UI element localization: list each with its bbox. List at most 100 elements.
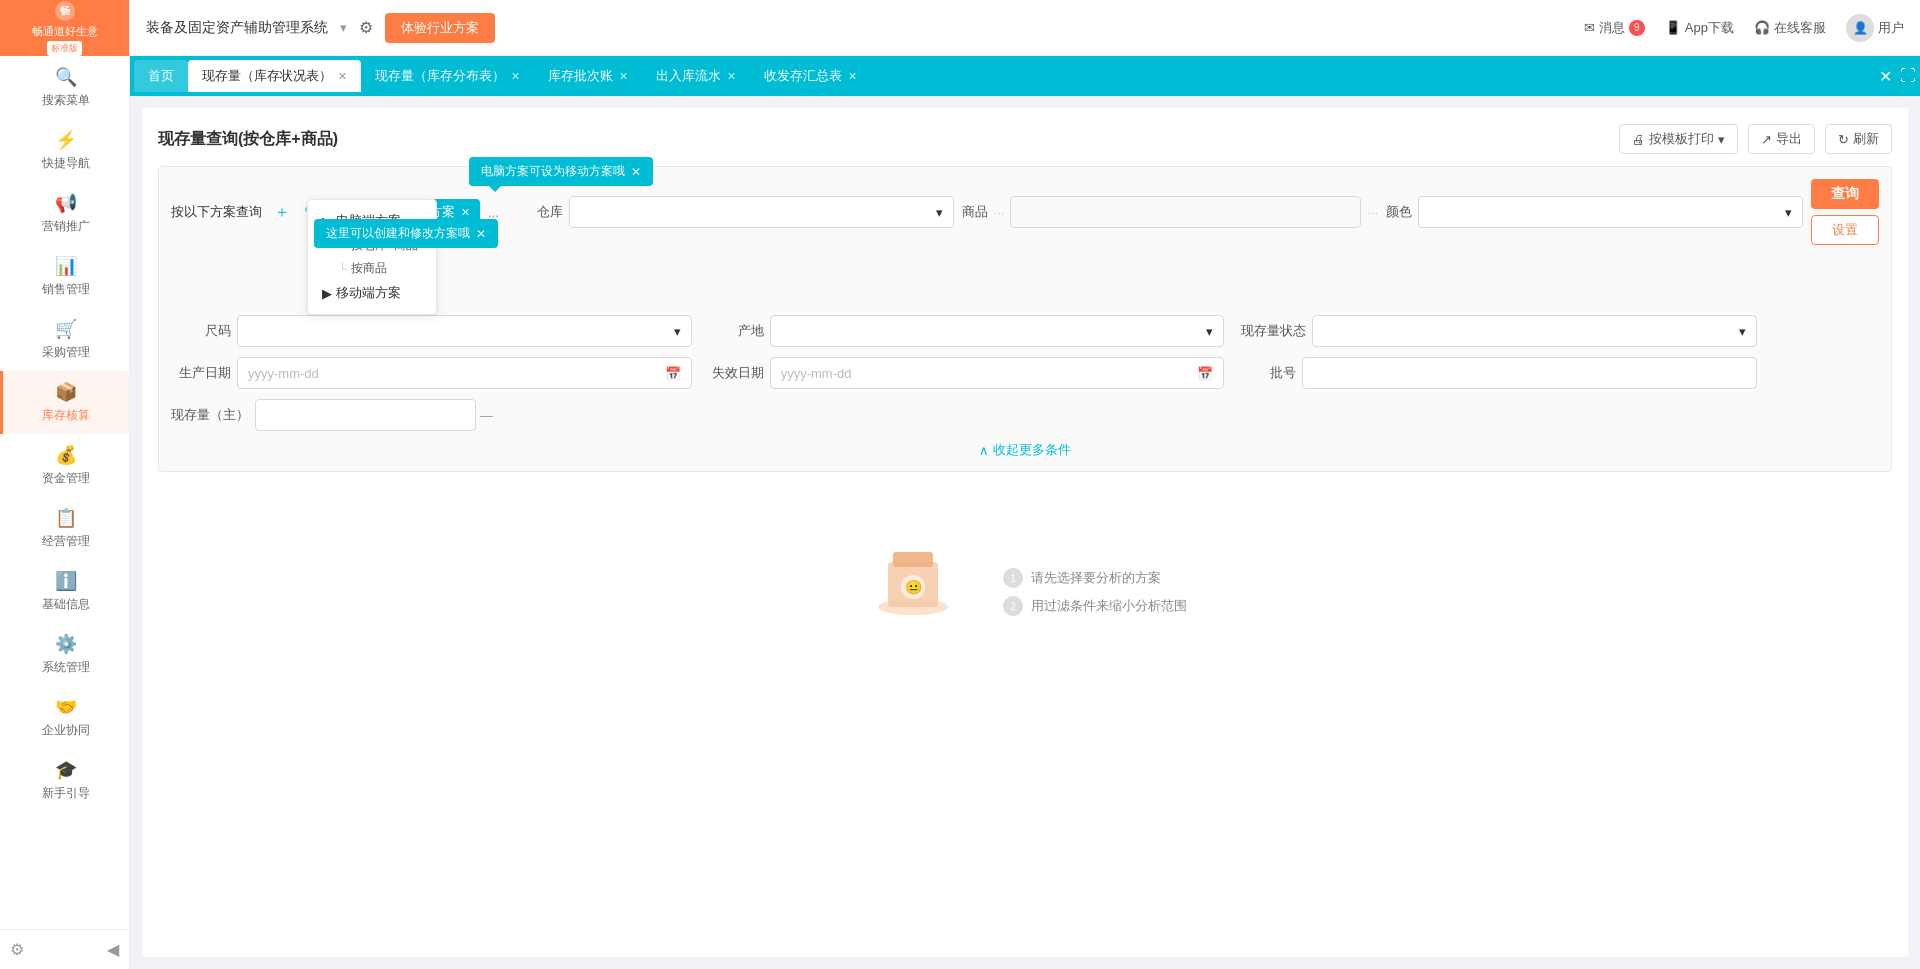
empty-content: 😐 1 请先选择要分析的方案 2 用过滤条件来缩小分析范围 (863, 532, 1187, 651)
color-label: 颜色 (1386, 203, 1412, 221)
edit-tooltip: 这里可以创建和修改方案哦 ✕ (314, 219, 498, 248)
app-download-item[interactable]: 📱 App下载 (1665, 19, 1734, 37)
header-gear-icon[interactable]: ⚙ (359, 18, 373, 37)
tab-summary[interactable]: 收发存汇总表 ✕ (750, 60, 871, 92)
collapse-sidebar-icon[interactable]: ◀ (107, 940, 119, 959)
sidebar-item-label: 采购管理 (42, 344, 90, 361)
header: 装备及固定资产辅助管理系统 ▾ ⚙ 体验行业方案 ✉ 消息 9 📱 App下载 … (130, 0, 1920, 56)
stock-status-label: 现存量状态 (1236, 322, 1306, 340)
tab-batch[interactable]: 库存批次账 ✕ (534, 60, 642, 92)
refresh-button[interactable]: ↻ 刷新 (1825, 124, 1892, 154)
svg-text:😐: 😐 (905, 579, 923, 596)
export-icon: ↗ (1761, 132, 1772, 147)
sidebar-item-label: 新手引导 (42, 785, 90, 802)
tab-home[interactable]: 首页 (134, 60, 188, 92)
tab-inventory-dist[interactable]: 现存量（库存分布表） ✕ (361, 60, 534, 92)
empty-step-2: 2 用过滤条件来缩小分析范围 (1003, 596, 1187, 616)
sidebar-item-system[interactable]: ⚙️ 系统管理 (0, 623, 129, 686)
message-item[interactable]: ✉ 消息 9 (1584, 19, 1645, 37)
origin-select[interactable]: ▾ (770, 315, 1225, 347)
edit-tooltip-close[interactable]: ✕ (476, 227, 486, 241)
filter-row-2: 尺码 ▾ 产地 ▾ 现存量状态 ▾ (171, 315, 1879, 347)
sidebar-item-operation[interactable]: 📋 经营管理 (0, 497, 129, 560)
sidebar-item-inventory[interactable]: 📦 库存核算 (0, 371, 129, 434)
sidebar-item-cooperation[interactable]: 🤝 企业协同 (0, 686, 129, 749)
tab-inout-close[interactable]: ✕ (727, 70, 736, 83)
stock-main-min[interactable] (255, 399, 476, 431)
system-name: 装备及固定资产辅助管理系统 (146, 19, 328, 37)
stock-status-group: 现存量状态 ▾ (1236, 315, 1757, 347)
stock-main-range: — (255, 399, 696, 431)
size-select[interactable]: ▾ (237, 315, 692, 347)
sidebar-item-basic[interactable]: ℹ️ 基础信息 (0, 560, 129, 623)
add-scheme-icon[interactable]: ＋ (270, 200, 294, 224)
filter-area: 电脑方案可设为移动方案哦 ✕ 按以下方案查询 ＋ ✎ « 电脑端方案 ✕ (158, 166, 1892, 472)
scheme-sub-item-1[interactable]: └ 按商品 (332, 257, 428, 280)
warehouse-select[interactable]: ▾ (569, 196, 954, 228)
tab-home-label: 首页 (148, 67, 174, 85)
reset-button[interactable]: 设置 (1811, 215, 1879, 245)
calendar-icon-exp: 📅 (1197, 366, 1213, 381)
refresh-icon: ↻ (1838, 132, 1849, 147)
sidebar-item-nav[interactable]: ⚡ 快捷导航 (0, 119, 129, 182)
support-item[interactable]: 🎧 在线客服 (1754, 19, 1826, 37)
scheme-tree-mobile[interactable]: ▶ 移动端方案 (316, 280, 428, 306)
empty-state: 😐 1 请先选择要分析的方案 2 用过滤条件来缩小分析范围 (158, 472, 1892, 711)
chevron-right-icon-mobile: ▶ (322, 286, 332, 301)
goods-group: 商品 ··· ··· (962, 196, 1379, 228)
size-group: 尺码 ▾ (171, 315, 692, 347)
goods-field-dots[interactable]: ··· (1367, 205, 1378, 220)
scheme-dots[interactable]: ... (488, 205, 499, 220)
sidebar-logo: 畅 畅通道好生意 标准版 (0, 0, 129, 56)
sidebar-item-sales[interactable]: 📊 销售管理 (0, 245, 129, 308)
collapse-button[interactable]: ∧ 收起更多条件 (171, 441, 1879, 459)
color-select[interactable]: ▾ (1418, 196, 1803, 228)
page: 现存量查询(按仓库+商品) 🖨 按模板打印 ▾ ↗ 导出 ↻ 刷新 (142, 108, 1908, 957)
scheme-tooltip-close[interactable]: ✕ (631, 165, 641, 179)
sidebar-item-marketing[interactable]: 📢 营销推广 (0, 182, 129, 245)
settings-icon[interactable]: ⚙ (10, 940, 24, 959)
scheme-tree-panel: ▶ 电脑端方案 └ 按仓库+商品 └ 按商品 ▶ 移动端方案 (307, 199, 437, 315)
sidebar-item-label: 搜索菜单 (42, 92, 90, 109)
tab-inventory-dist-label: 现存量（库存分布表） (375, 67, 505, 85)
goods-dots[interactable]: ··· (994, 205, 1005, 220)
search-button[interactable]: 查询 (1811, 179, 1879, 209)
tab-close-all-icon[interactable]: ✕ (1879, 67, 1892, 86)
filter-row-4: 现存量（主） — (171, 399, 1879, 431)
tab-inventory-status-close[interactable]: ✕ (338, 70, 347, 83)
page-header: 现存量查询(按仓库+商品) 🖨 按模板打印 ▾ ↗ 导出 ↻ 刷新 (158, 124, 1892, 154)
sidebar-item-label: 销售管理 (42, 281, 90, 298)
logo-main-text: 畅通道好生意 (32, 24, 98, 39)
batch-input[interactable] (1302, 357, 1757, 389)
operation-icon: 📋 (55, 507, 77, 529)
print-button[interactable]: 🖨 按模板打印 ▾ (1619, 124, 1738, 154)
page-title: 现存量查询(按仓库+商品) (158, 129, 338, 150)
tab-maximize-icon[interactable]: ⛶ (1900, 67, 1916, 85)
export-button[interactable]: ↗ 导出 (1748, 124, 1815, 154)
sidebar-item-guide[interactable]: 🎓 新手引导 (0, 749, 129, 812)
print-dropdown-icon: ▾ (1718, 132, 1725, 147)
tab-batch-close[interactable]: ✕ (619, 70, 628, 83)
tab-inout[interactable]: 出入库流水 ✕ (642, 60, 750, 92)
sidebar-item-purchase[interactable]: 🛒 采购管理 (0, 308, 129, 371)
tab-summary-close[interactable]: ✕ (848, 70, 857, 83)
edit-tooltip-text: 这里可以创建和修改方案哦 (326, 225, 470, 242)
main-content: 现存量查询(按仓库+商品) 🖨 按模板打印 ▾ ↗ 导出 ↻ 刷新 (130, 96, 1920, 969)
sidebar-item-finance[interactable]: 💰 资金管理 (0, 434, 129, 497)
sidebar-item-label: 基础信息 (42, 596, 90, 613)
sidebar-item-search[interactable]: 🔍 搜索菜单 (0, 56, 129, 119)
stock-status-select[interactable]: ▾ (1312, 315, 1757, 347)
tab-inventory-status[interactable]: 现存量（库存状况表） ✕ (188, 60, 361, 92)
trial-button[interactable]: 体验行业方案 (385, 13, 495, 43)
finance-icon: 💰 (55, 444, 77, 466)
user-item[interactable]: 👤 用户 (1846, 14, 1904, 42)
tab-inventory-dist-close[interactable]: ✕ (511, 70, 520, 83)
scheme-tag-close[interactable]: ✕ (461, 206, 470, 219)
mfg-date-input[interactable]: yyyy-mm-dd 📅 (237, 357, 692, 389)
message-label: 消息 (1599, 19, 1625, 37)
page-actions: 🖨 按模板打印 ▾ ↗ 导出 ↻ 刷新 (1619, 124, 1892, 154)
avatar: 👤 (1846, 14, 1874, 42)
goods-input[interactable] (1010, 196, 1361, 228)
system-dropdown-icon[interactable]: ▾ (340, 20, 347, 35)
exp-date-input[interactable]: yyyy-mm-dd 📅 (770, 357, 1225, 389)
